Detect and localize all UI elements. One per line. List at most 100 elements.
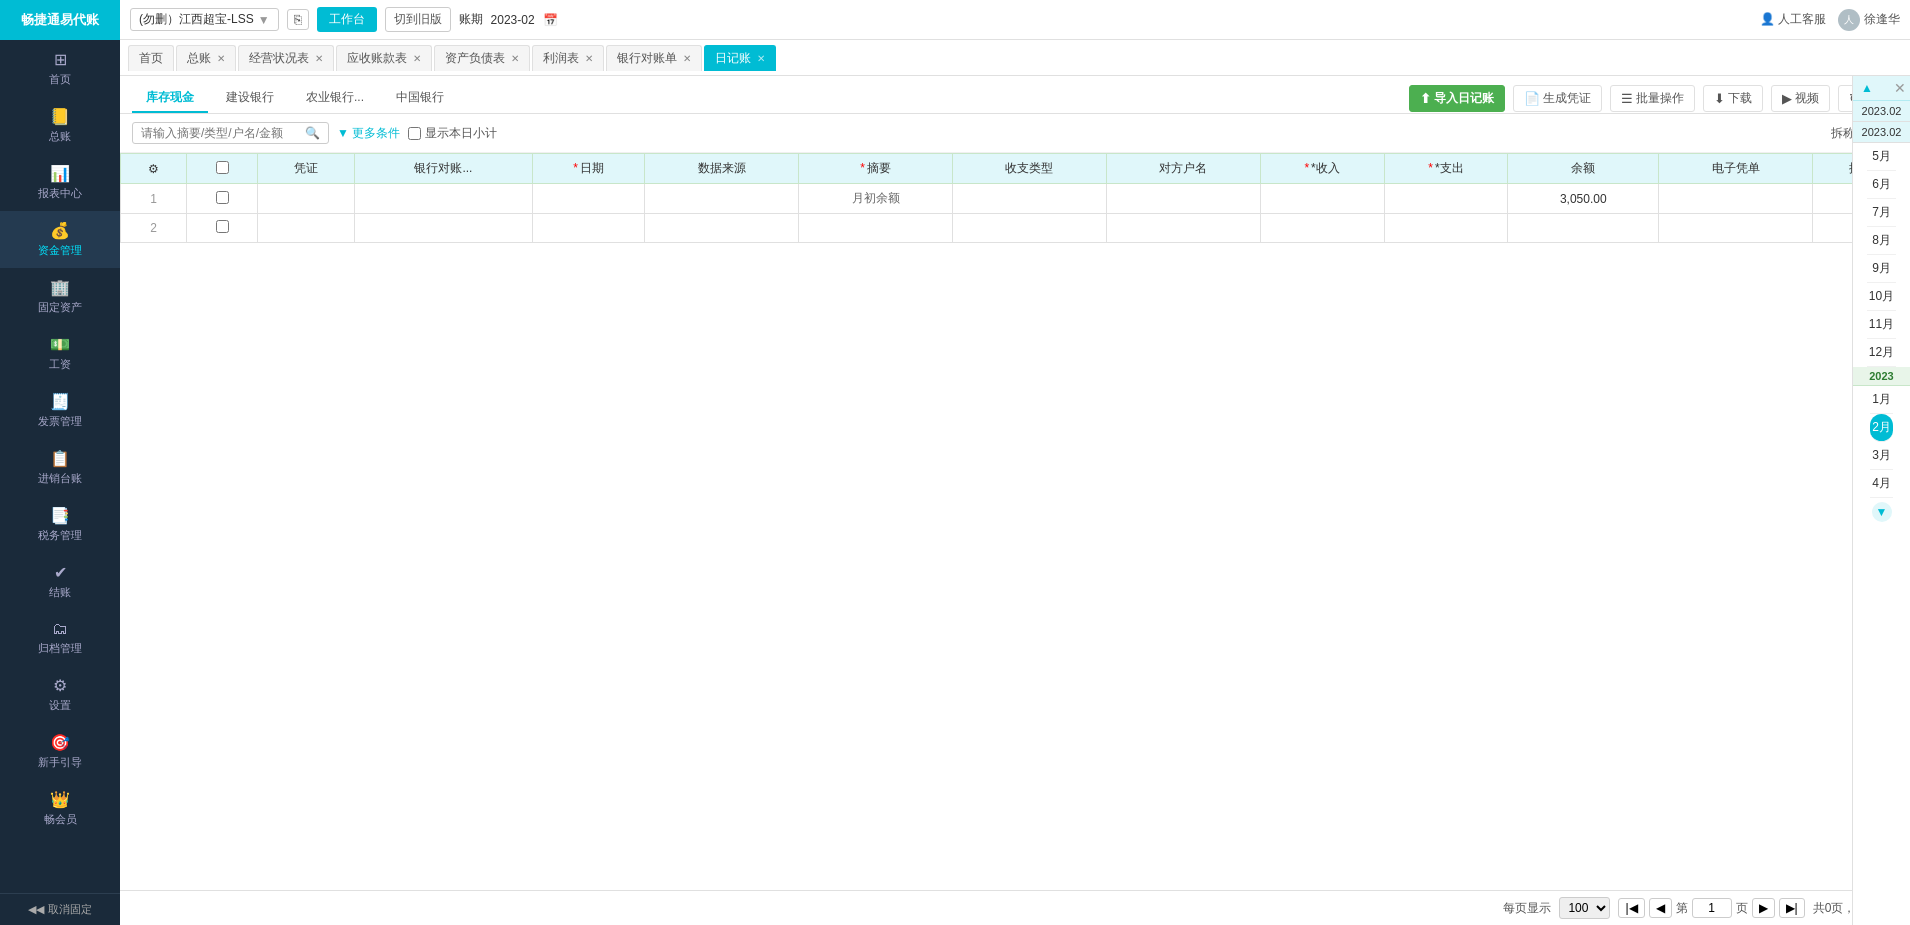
date-panel-month-4月[interactable]: 4月 <box>1870 470 1893 498</box>
first-page-button[interactable]: |◀ <box>1618 898 1644 918</box>
sidebar-item-总账[interactable]: 📒总账 <box>0 97 120 154</box>
sidebar-icon: 🏢 <box>50 278 70 297</box>
video-button[interactable]: ▶视频 <box>1771 85 1830 112</box>
customer-service[interactable]: 👤 人工客服 <box>1760 11 1826 28</box>
search-input[interactable] <box>141 126 301 140</box>
sidebar-item-进销台账[interactable]: 📋进销台账 <box>0 439 120 496</box>
sidebar-item-资金管理[interactable]: 💰资金管理 <box>0 211 120 268</box>
sub-tab-农业银行...[interactable]: 农业银行... <box>292 84 378 113</box>
row-checkbox[interactable] <box>216 220 229 233</box>
user-menu[interactable]: 人 徐逢华 <box>1838 9 1900 31</box>
row-date[interactable] <box>532 214 645 243</box>
voucher-button[interactable]: 📄生成凭证 <box>1513 85 1602 112</box>
row-summary[interactable]: 月初余额 <box>799 184 953 214</box>
page-label-before: 第 <box>1676 900 1688 917</box>
date-panel-month-12月[interactable]: 12月 <box>1867 339 1896 367</box>
sidebar-item-工资[interactable]: 💵工资 <box>0 325 120 382</box>
date-panel-month-11月[interactable]: 11月 <box>1867 311 1896 339</box>
sidebar-item-报表中心[interactable]: 📊报表中心 <box>0 154 120 211</box>
more-filter-button[interactable]: ▼ 更多条件 <box>337 125 400 142</box>
date-panel-up-button[interactable]: ▲ <box>1857 78 1877 98</box>
row-evoucher <box>1659 214 1813 243</box>
tab-应收账款表[interactable]: 应收账款表✕ <box>336 45 432 71</box>
date-panel-month-6月[interactable]: 6月 <box>1867 171 1896 199</box>
per-page-select[interactable]: 100 50 200 <box>1559 897 1610 919</box>
sidebar-item-label: 报表中心 <box>38 186 82 201</box>
date-panel-month-2月[interactable]: 2月 <box>1870 414 1893 442</box>
sub-tab-中国银行[interactable]: 中国银行 <box>382 84 458 113</box>
tab-首页[interactable]: 首页 <box>128 45 174 71</box>
download-label: 下载 <box>1728 90 1752 107</box>
sidebar: 畅捷通易代账 ⊞首页📒总账📊报表中心💰资金管理🏢固定资产💵工资🧾发票管理📋进销台… <box>0 0 120 925</box>
sub-tab-库存现金[interactable]: 库存现金 <box>132 84 208 113</box>
date-panel-month-8月[interactable]: 8月 <box>1867 227 1896 255</box>
workbench-button[interactable]: 工作台 <box>317 7 377 32</box>
row-evoucher <box>1659 184 1813 214</box>
row-date[interactable] <box>532 184 645 214</box>
tab-利润表[interactable]: 利润表✕ <box>532 45 604 71</box>
sidebar-item-归档管理[interactable]: 🗂归档管理 <box>0 610 120 666</box>
row-voucher <box>258 214 355 243</box>
row-income[interactable] <box>1260 184 1384 214</box>
tab-日记账[interactable]: 日记账✕ <box>704 45 776 71</box>
sidebar-icon: 💵 <box>50 335 70 354</box>
tab-close-icon[interactable]: ✕ <box>217 53 225 64</box>
sidebar-item-新手引导[interactable]: 🎯新手引导 <box>0 723 120 780</box>
date-panel-close-btn[interactable]: ✕ <box>1894 80 1906 96</box>
page-input[interactable] <box>1692 898 1732 918</box>
tab-经营状况表[interactable]: 经营状况表✕ <box>238 45 334 71</box>
switch-version-button[interactable]: 切到旧版 <box>385 7 451 32</box>
tab-总账[interactable]: 总账✕ <box>176 45 236 71</box>
daily-total-checkbox[interactable] <box>408 127 421 140</box>
date-panel-down-button[interactable]: ▼ <box>1872 502 1892 522</box>
sidebar-item-固定资产[interactable]: 🏢固定资产 <box>0 268 120 325</box>
row-income-type <box>953 184 1107 214</box>
last-page-button[interactable]: ▶| <box>1779 898 1805 918</box>
sidebar-item-label: 发票管理 <box>38 414 82 429</box>
row-expense[interactable] <box>1384 184 1508 214</box>
row-expense[interactable] <box>1384 214 1508 243</box>
copy-button[interactable]: ⎘ <box>287 9 309 30</box>
sidebar-item-结账[interactable]: ✔结账 <box>0 553 120 610</box>
date-panel-month-3月[interactable]: 3月 <box>1870 442 1893 470</box>
batch-button[interactable]: ☰批量操作 <box>1610 85 1695 112</box>
company-selector[interactable]: (勿删）江西超宝-LSS ▼ <box>130 8 279 31</box>
filter-bar: 🔍 ▼ 更多条件 显示本日小计 拆称: 人民币 <box>120 114 1910 153</box>
tab-close-icon[interactable]: ✕ <box>511 53 519 64</box>
sidebar-item-税务管理[interactable]: 📑税务管理 <box>0 496 120 553</box>
calendar-icon[interactable]: 📅 <box>543 13 558 27</box>
tab-close-icon[interactable]: ✕ <box>585 53 593 64</box>
next-page-button[interactable]: ▶ <box>1752 898 1775 918</box>
date-panel-month-7月[interactable]: 7月 <box>1867 199 1896 227</box>
sidebar-item-发票管理[interactable]: 🧾发票管理 <box>0 382 120 439</box>
date-panel-month-9月[interactable]: 9月 <box>1867 255 1896 283</box>
row-income[interactable] <box>1260 214 1384 243</box>
daily-total-checkbox-label[interactable]: 显示本日小计 <box>408 125 497 142</box>
tab-close-icon[interactable]: ✕ <box>683 53 691 64</box>
row-checkbox-cell[interactable] <box>187 184 258 214</box>
tab-资产负债表[interactable]: 资产负债表✕ <box>434 45 530 71</box>
tab-close-icon[interactable]: ✕ <box>413 53 421 64</box>
col-settings[interactable]: ⚙ <box>121 154 187 184</box>
unpin-button[interactable]: ◀◀ 取消固定 <box>0 893 120 925</box>
row-checkbox[interactable] <box>216 191 229 204</box>
sidebar-item-畅会员[interactable]: 👑畅会员 <box>0 780 120 837</box>
tab-close-icon[interactable]: ✕ <box>757 53 765 64</box>
download-button[interactable]: ⬇下载 <box>1703 85 1763 112</box>
import-button[interactable]: ⬆导入日记账 <box>1409 85 1505 112</box>
sidebar-item-设置[interactable]: ⚙设置 <box>0 666 120 723</box>
prev-page-button[interactable]: ◀ <box>1649 898 1672 918</box>
tab-close-icon[interactable]: ✕ <box>315 53 323 64</box>
row-summary[interactable] <box>799 214 953 243</box>
settings-icon[interactable]: ⚙ <box>148 162 159 176</box>
row-checkbox-cell[interactable] <box>187 214 258 243</box>
search-box[interactable]: 🔍 <box>132 122 329 144</box>
tab-银行对账单[interactable]: 银行对账单✕ <box>606 45 702 71</box>
date-panel-month-10月[interactable]: 10月 <box>1867 283 1896 311</box>
date-panel-month-5月[interactable]: 5月 <box>1867 143 1896 171</box>
date-panel-month-1月[interactable]: 1月 <box>1870 386 1893 414</box>
select-all-checkbox[interactable] <box>216 161 229 174</box>
sub-tab-建设银行[interactable]: 建设银行 <box>212 84 288 113</box>
col-checkbox[interactable] <box>187 154 258 184</box>
sidebar-item-首页[interactable]: ⊞首页 <box>0 40 120 97</box>
